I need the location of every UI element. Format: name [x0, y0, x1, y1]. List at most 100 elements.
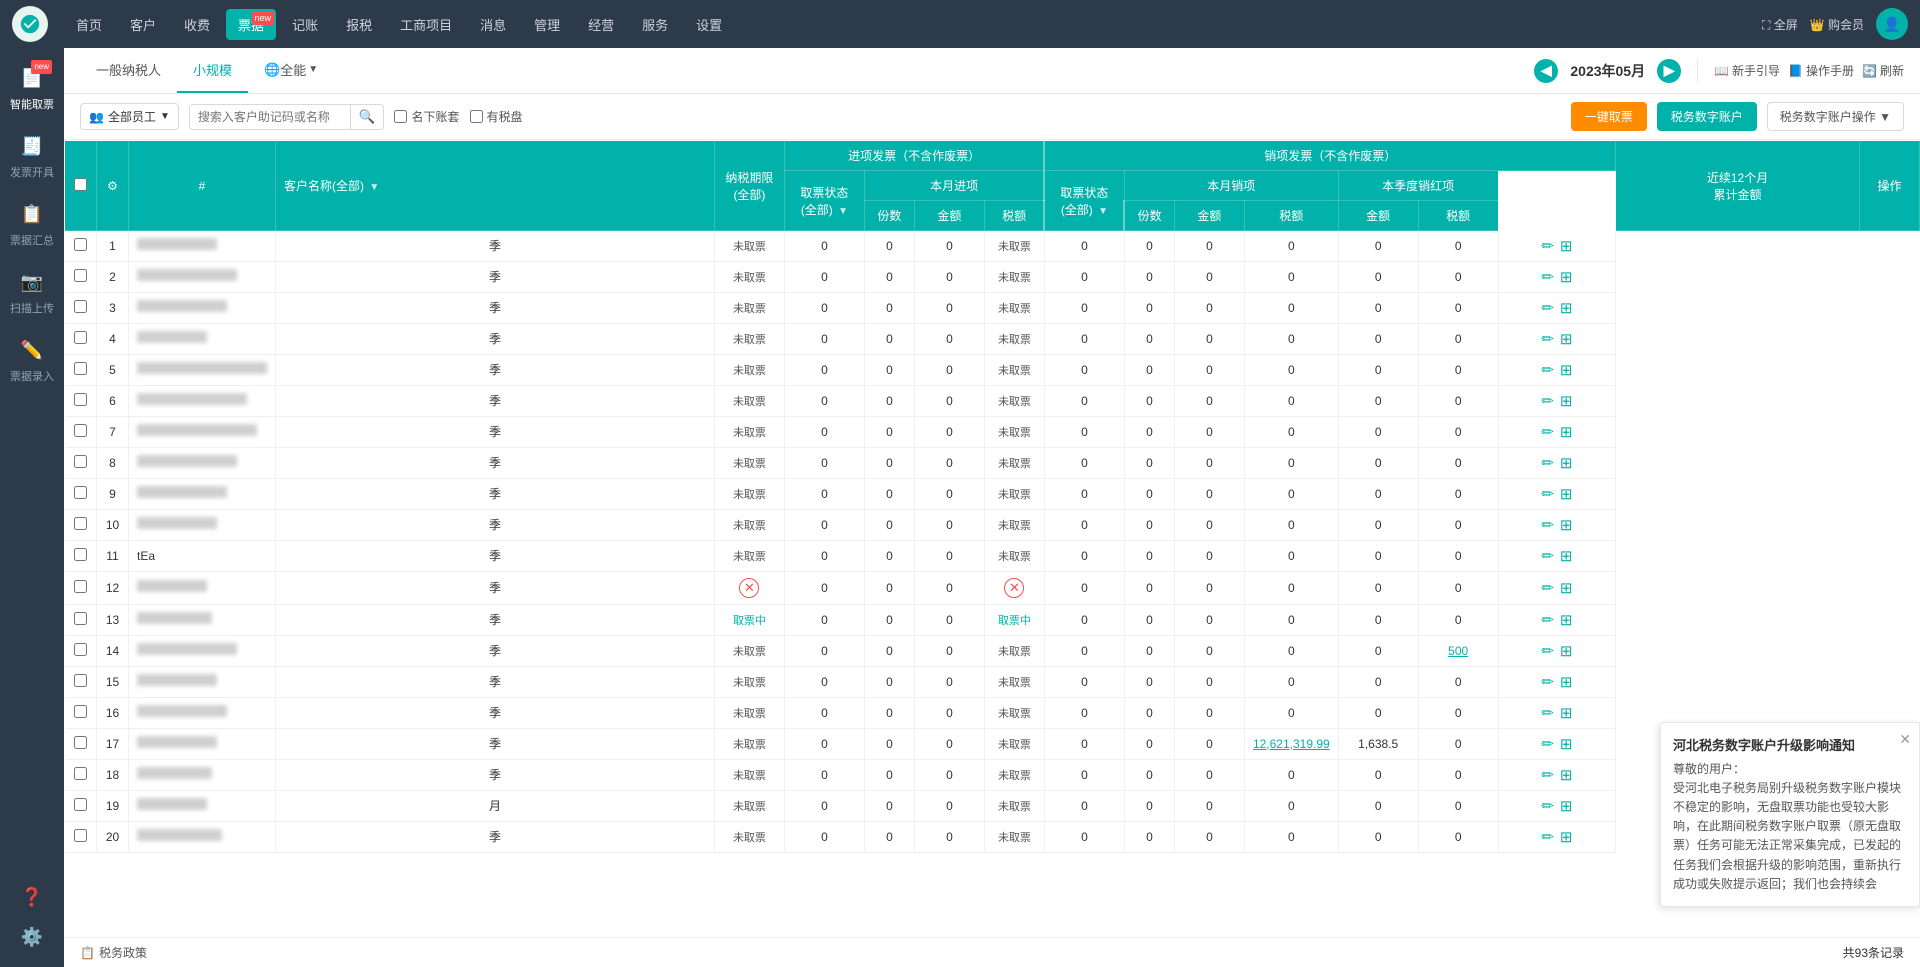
- digital-account-btn[interactable]: 税务数字账户: [1657, 102, 1757, 131]
- row-checkbox[interactable]: [65, 354, 97, 385]
- edit-icon[interactable]: ✏: [1541, 704, 1554, 722]
- row-select-checkbox[interactable]: [74, 517, 87, 530]
- sidebar-settings-btn[interactable]: ⚙️: [14, 919, 50, 955]
- edit-icon[interactable]: ✏: [1541, 797, 1554, 815]
- select-all-checkbox[interactable]: [74, 178, 87, 191]
- status-error-icon[interactable]: ✕: [1004, 578, 1024, 598]
- edit-icon[interactable]: ✏: [1541, 392, 1554, 410]
- prev-month-btn[interactable]: ◀: [1534, 59, 1558, 83]
- row-checkbox[interactable]: [65, 666, 97, 697]
- row-checkbox[interactable]: [65, 385, 97, 416]
- taxpad-filter[interactable]: 有税盘: [470, 108, 523, 125]
- edit-icon[interactable]: ✏: [1541, 673, 1554, 691]
- row-checkbox[interactable]: [65, 478, 97, 509]
- row-checkbox[interactable]: [65, 635, 97, 666]
- policy-link[interactable]: 税务政策: [99, 944, 147, 961]
- edit-icon[interactable]: ✏: [1541, 547, 1554, 565]
- edit-icon[interactable]: ✏: [1541, 828, 1554, 846]
- nav-settings[interactable]: 设置: [684, 9, 734, 40]
- row-checkbox[interactable]: [65, 261, 97, 292]
- copy-icon[interactable]: ⊞: [1560, 579, 1573, 597]
- popup-close-btn[interactable]: ✕: [1899, 731, 1911, 748]
- row-select-checkbox[interactable]: [74, 674, 87, 687]
- row-select-checkbox[interactable]: [74, 486, 87, 499]
- copy-icon[interactable]: ⊞: [1560, 735, 1573, 753]
- accounts-checkbox[interactable]: [394, 110, 407, 123]
- fullscreen-btn[interactable]: ⛶ 全屏: [1762, 16, 1798, 33]
- copy-icon[interactable]: ⊞: [1560, 642, 1573, 660]
- search-button[interactable]: 🔍: [350, 105, 384, 129]
- edit-icon[interactable]: ✏: [1541, 268, 1554, 286]
- row-select-checkbox[interactable]: [74, 612, 87, 625]
- nav-business[interactable]: 工商项目: [388, 9, 464, 40]
- nav-invoice[interactable]: 票据 new: [226, 9, 276, 40]
- edit-icon[interactable]: ✏: [1541, 642, 1554, 660]
- nav-tax[interactable]: 报税: [334, 9, 384, 40]
- row-select-checkbox[interactable]: [74, 736, 87, 749]
- nav-operation[interactable]: 经营: [576, 9, 626, 40]
- nav-admin[interactable]: 管理: [522, 9, 572, 40]
- row-select-checkbox[interactable]: [74, 798, 87, 811]
- row-select-checkbox[interactable]: [74, 300, 87, 313]
- edit-icon[interactable]: ✏: [1541, 579, 1554, 597]
- tab-general[interactable]: 一般纳税人: [80, 48, 177, 93]
- edit-icon[interactable]: ✏: [1541, 735, 1554, 753]
- status-error-icon[interactable]: ✕: [739, 578, 759, 598]
- copy-icon[interactable]: ⊞: [1560, 330, 1573, 348]
- row-select-checkbox[interactable]: [74, 829, 87, 842]
- sidebar-item-scan-upload[interactable]: 📷 扫描上传: [6, 260, 58, 324]
- user-avatar[interactable]: 👤: [1876, 8, 1908, 40]
- copy-icon[interactable]: ⊞: [1560, 392, 1573, 410]
- edit-icon[interactable]: ✏: [1541, 423, 1554, 441]
- row-checkbox[interactable]: [65, 728, 97, 759]
- edit-icon[interactable]: ✏: [1541, 516, 1554, 534]
- digital-account-ops-btn[interactable]: 税务数字账户操作 ▼: [1767, 102, 1904, 131]
- edit-icon[interactable]: ✏: [1541, 485, 1554, 503]
- tab-full[interactable]: 🌐 全能 ▼: [248, 48, 334, 93]
- copy-icon[interactable]: ⊞: [1560, 673, 1573, 691]
- red-amount-link[interactable]: 12,621,319.99: [1253, 737, 1330, 751]
- copy-icon[interactable]: ⊞: [1560, 299, 1573, 317]
- taxpad-checkbox[interactable]: [470, 110, 483, 123]
- row-checkbox[interactable]: [65, 447, 97, 478]
- copy-icon[interactable]: ⊞: [1560, 766, 1573, 784]
- row-checkbox[interactable]: [65, 540, 97, 571]
- row-select-checkbox[interactable]: [74, 643, 87, 656]
- copy-icon[interactable]: ⊞: [1560, 454, 1573, 472]
- row-select-checkbox[interactable]: [74, 424, 87, 437]
- nav-service[interactable]: 服务: [630, 9, 680, 40]
- row-select-checkbox[interactable]: [74, 580, 87, 593]
- settings-icon[interactable]: ⚙: [107, 179, 118, 193]
- row-select-checkbox[interactable]: [74, 362, 87, 375]
- row-select-checkbox[interactable]: [74, 767, 87, 780]
- cumulative-link[interactable]: 500: [1448, 644, 1468, 658]
- sidebar-item-smart-fetch[interactable]: 📄 智能取票 new: [6, 56, 58, 120]
- row-select-checkbox[interactable]: [74, 455, 87, 468]
- row-checkbox[interactable]: [65, 231, 97, 262]
- row-checkbox[interactable]: [65, 790, 97, 821]
- copy-icon[interactable]: ⊞: [1560, 361, 1573, 379]
- sidebar-item-invoice-issue[interactable]: 🧾 发票开具: [6, 124, 58, 188]
- manual-link[interactable]: 📘 操作手册: [1788, 62, 1854, 79]
- sidebar-help-btn[interactable]: ❓: [14, 879, 50, 915]
- search-input[interactable]: [190, 106, 350, 128]
- row-checkbox[interactable]: [65, 604, 97, 635]
- copy-icon[interactable]: ⊞: [1560, 423, 1573, 441]
- row-select-checkbox[interactable]: [74, 238, 87, 251]
- copy-icon[interactable]: ⊞: [1560, 268, 1573, 286]
- row-checkbox[interactable]: [65, 571, 97, 604]
- member-btn[interactable]: 👑 购会员: [1810, 16, 1864, 33]
- edit-icon[interactable]: ✏: [1541, 611, 1554, 629]
- row-select-checkbox[interactable]: [74, 269, 87, 282]
- guide-link[interactable]: 📖 新手引导: [1714, 62, 1780, 79]
- nav-customer[interactable]: 客户: [118, 9, 168, 40]
- edit-icon[interactable]: ✏: [1541, 330, 1554, 348]
- edit-icon[interactable]: ✏: [1541, 454, 1554, 472]
- copy-icon[interactable]: ⊞: [1560, 485, 1573, 503]
- row-checkbox[interactable]: [65, 323, 97, 354]
- row-select-checkbox[interactable]: [74, 705, 87, 718]
- employee-filter[interactable]: 👥 全部员工 ▼: [80, 103, 179, 130]
- edit-icon[interactable]: ✏: [1541, 361, 1554, 379]
- row-checkbox[interactable]: [65, 509, 97, 540]
- sidebar-item-entry[interactable]: ✏️ 票据录入: [6, 328, 58, 392]
